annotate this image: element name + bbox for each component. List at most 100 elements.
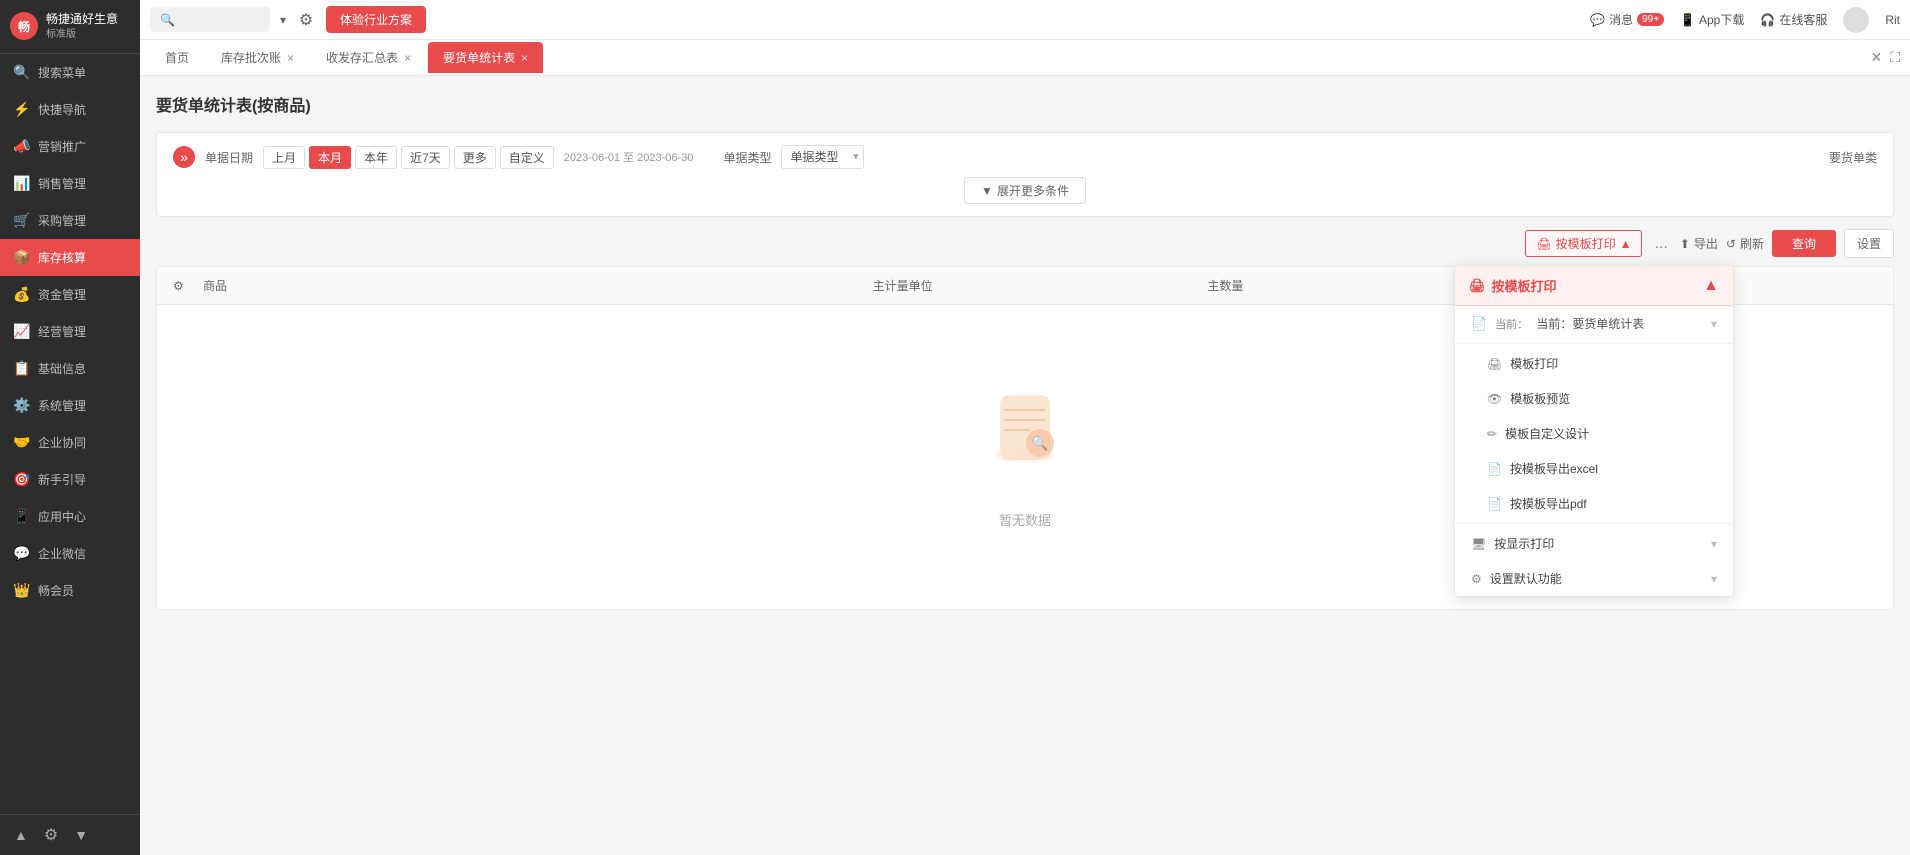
set-default-arrow: ▾ (1711, 572, 1717, 586)
printer-icon: 🖨 (1536, 237, 1551, 251)
sidebar-item-collab[interactable]: 🤝 企业协同 (0, 424, 140, 461)
expand-conditions-button[interactable]: ▼ 展开更多条件 (964, 177, 1086, 204)
settings-button[interactable]: 设置 (1844, 229, 1894, 258)
date-btn-current-year[interactable]: 本年 (355, 146, 397, 169)
main-content: 🔍 ▾ ⚙ 体验行业方案 💬 消息 99+ 📱 App下载 🎧 在线客服 Ri (140, 0, 1910, 855)
query-button[interactable]: 查询 (1772, 230, 1836, 257)
sidebar-item-inventory[interactable]: 📦 库存核算 (0, 239, 140, 276)
purchase-icon: 🛒 (14, 212, 30, 228)
tab-home-label: 首页 (165, 49, 189, 66)
doc-type-select[interactable]: 单据类型 (781, 145, 864, 169)
expand-icon: ▼ (981, 184, 993, 198)
dropdown-template-preview[interactable]: 👁 模板板预览 (1455, 381, 1733, 416)
refresh-button[interactable]: ↺ 刷新 (1726, 235, 1764, 252)
dropdown-current-template: 📄 当前： 当前：要货单统计表 ▾ (1455, 306, 1733, 341)
trial-button[interactable]: 体验行业方案 (326, 6, 426, 33)
avatar[interactable] (1843, 7, 1869, 33)
sidebar-footer: ▲ ⚙ ▼ (0, 814, 140, 855)
search-icon: 🔍 (14, 64, 30, 80)
date-btn-custom[interactable]: 自定义 (500, 146, 554, 169)
messages-badge: 99+ (1637, 13, 1664, 26)
topbar-search-box[interactable]: 🔍 (150, 7, 270, 32)
current-dropdown-arrow[interactable]: ▾ (1711, 317, 1717, 331)
topbar-gear-icon[interactable]: ⚙ (296, 10, 316, 30)
date-btn-more[interactable]: 更多 (454, 146, 496, 169)
sidebar-item-basic[interactable]: 📋 基础信息 (0, 350, 140, 387)
sidebar-item-quicknav[interactable]: ⚡ 快捷导航 (0, 91, 140, 128)
filter-expand-toggle[interactable]: » (173, 146, 195, 168)
member-icon: 👑 (14, 582, 30, 598)
online-service-item[interactable]: 🎧 在线客服 (1760, 11, 1827, 28)
tab-receipts-summary-close[interactable]: × (404, 52, 411, 64)
tab-order-stats-close[interactable]: × (521, 52, 528, 64)
system-icon: ⚙️ (14, 397, 30, 413)
doc-type-label: 单据类型 (723, 149, 771, 166)
svg-text:🔍: 🔍 (1031, 434, 1048, 452)
print-button[interactable]: 🖨 按模板打印 ▲ (1525, 230, 1642, 257)
tab-order-stats[interactable]: 要货单统计表 × (428, 42, 543, 73)
dropdown-export-pdf[interactable]: 📄 按模板导出pdf (1455, 486, 1733, 521)
th-settings[interactable]: ⚙ (173, 279, 203, 293)
template-preview-icon: 👁 (1487, 392, 1502, 406)
tab-inventory-batch-close[interactable]: × (287, 52, 294, 64)
dropdown-template-design[interactable]: ✏ 模板自定义设计 (1455, 416, 1733, 451)
app-download-item[interactable]: 📱 App下载 (1680, 11, 1744, 28)
date-filter-label: 单据日期 (205, 149, 253, 166)
sidebar-item-marketing[interactable]: 📣 营销推广 (0, 128, 140, 165)
dropdown-close-icon[interactable]: ▲ (1703, 277, 1719, 295)
sidebar-item-member[interactable]: 👑 畅会员 (0, 572, 140, 609)
message-icon: 💬 (1590, 13, 1605, 27)
more-options-icon[interactable]: ... (1650, 235, 1671, 253)
marketing-icon: 📣 (14, 138, 30, 154)
sidebar-header: 畅 畅捷通好生意 标准版 (0, 0, 140, 54)
dropdown-display-print[interactable]: 🖥 按显示打印 ▾ (1455, 526, 1733, 561)
dropdown-printer-icon: 🖨 (1469, 278, 1486, 294)
sidebar-item-purchase[interactable]: 🛒 采购管理 (0, 202, 140, 239)
th-unit: 主计量单位 (873, 277, 1208, 294)
dropdown-title: 🖨 按模板打印 (1469, 276, 1557, 295)
topbar-search-icon: 🔍 (160, 13, 175, 27)
topbar-right: 💬 消息 99+ 📱 App下载 🎧 在线客服 Rit (1590, 7, 1900, 33)
apps-icon: 📱 (14, 508, 30, 524)
sidebar-item-sales[interactable]: 📊 销售管理 (0, 165, 140, 202)
sidebar-item-search[interactable]: 🔍 搜索菜单 (0, 54, 140, 91)
settings-icon[interactable]: ⚙ (44, 825, 58, 845)
username-label: Rit (1885, 13, 1900, 27)
export-icon: ⬆ (1680, 237, 1690, 251)
tab-home[interactable]: 首页 (150, 42, 204, 73)
sidebar-nav: 🔍 搜索菜单 ⚡ 快捷导航 📣 营销推广 📊 销售管理 🛒 采购管理 📦 库存核… (0, 54, 140, 814)
date-btn-last7days[interactable]: 近7天 (401, 146, 450, 169)
inventory-icon: 📦 (14, 249, 30, 265)
date-btn-current-month[interactable]: 本月 (309, 146, 351, 169)
filter-row-1: » 单据日期 上月 本月 本年 近7天 更多 自定义 2023-06-01 至 … (173, 145, 1877, 169)
export-pdf-icon: 📄 (1487, 497, 1502, 511)
tab-inventory-batch[interactable]: 库存批次账 × (206, 42, 309, 73)
topbar-dropdown[interactable]: ▾ (280, 13, 286, 27)
display-print-icon: 🖥 (1471, 537, 1486, 551)
topbar-search-text (181, 11, 241, 28)
dropdown-export-excel[interactable]: 📄 按模板导出excel (1455, 451, 1733, 486)
action-bar: 🖨 按模板打印 ▲ ... ⬆ 导出 ↺ 刷新 查询 设置 🖨 按模板打印 (156, 229, 1894, 258)
display-print-arrow: ▾ (1711, 537, 1717, 551)
export-button[interactable]: ⬆ 导出 (1680, 235, 1718, 252)
order-category-label: 要货单类 (1829, 149, 1877, 166)
sidebar-scroll-down[interactable]: ▼ (74, 827, 88, 843)
print-dropdown-arrow: ▲ (1620, 237, 1632, 251)
sidebar-item-finance[interactable]: 💰 资金管理 (0, 276, 140, 313)
sidebar-item-wxbiz[interactable]: 💬 企业微信 (0, 535, 140, 572)
messages-item[interactable]: 💬 消息 99+ (1590, 11, 1664, 28)
quicknav-icon: ⚡ (14, 101, 30, 117)
tab-receipts-summary[interactable]: 收发存汇总表 × (311, 42, 426, 73)
empty-text: 暂无数据 (999, 510, 1051, 529)
sidebar-item-apps[interactable]: 📱 应用中心 (0, 498, 140, 535)
date-btn-prev-month[interactable]: 上月 (263, 146, 305, 169)
finance-icon: 💰 (14, 286, 30, 302)
window-close-icon[interactable]: ✕ (1870, 49, 1882, 66)
dropdown-template-print[interactable]: 🖨 模板打印 (1455, 346, 1733, 381)
sidebar-item-operations[interactable]: 📈 经营管理 (0, 313, 140, 350)
dropdown-set-default[interactable]: ⚙ 设置默认功能 ▾ (1455, 561, 1733, 596)
sidebar-item-newbie[interactable]: 🎯 新手引导 (0, 461, 140, 498)
window-maximize-icon[interactable]: ⛶ (1890, 49, 1900, 66)
sidebar-item-system[interactable]: ⚙️ 系统管理 (0, 387, 140, 424)
sidebar-scroll-up[interactable]: ▲ (14, 827, 28, 843)
